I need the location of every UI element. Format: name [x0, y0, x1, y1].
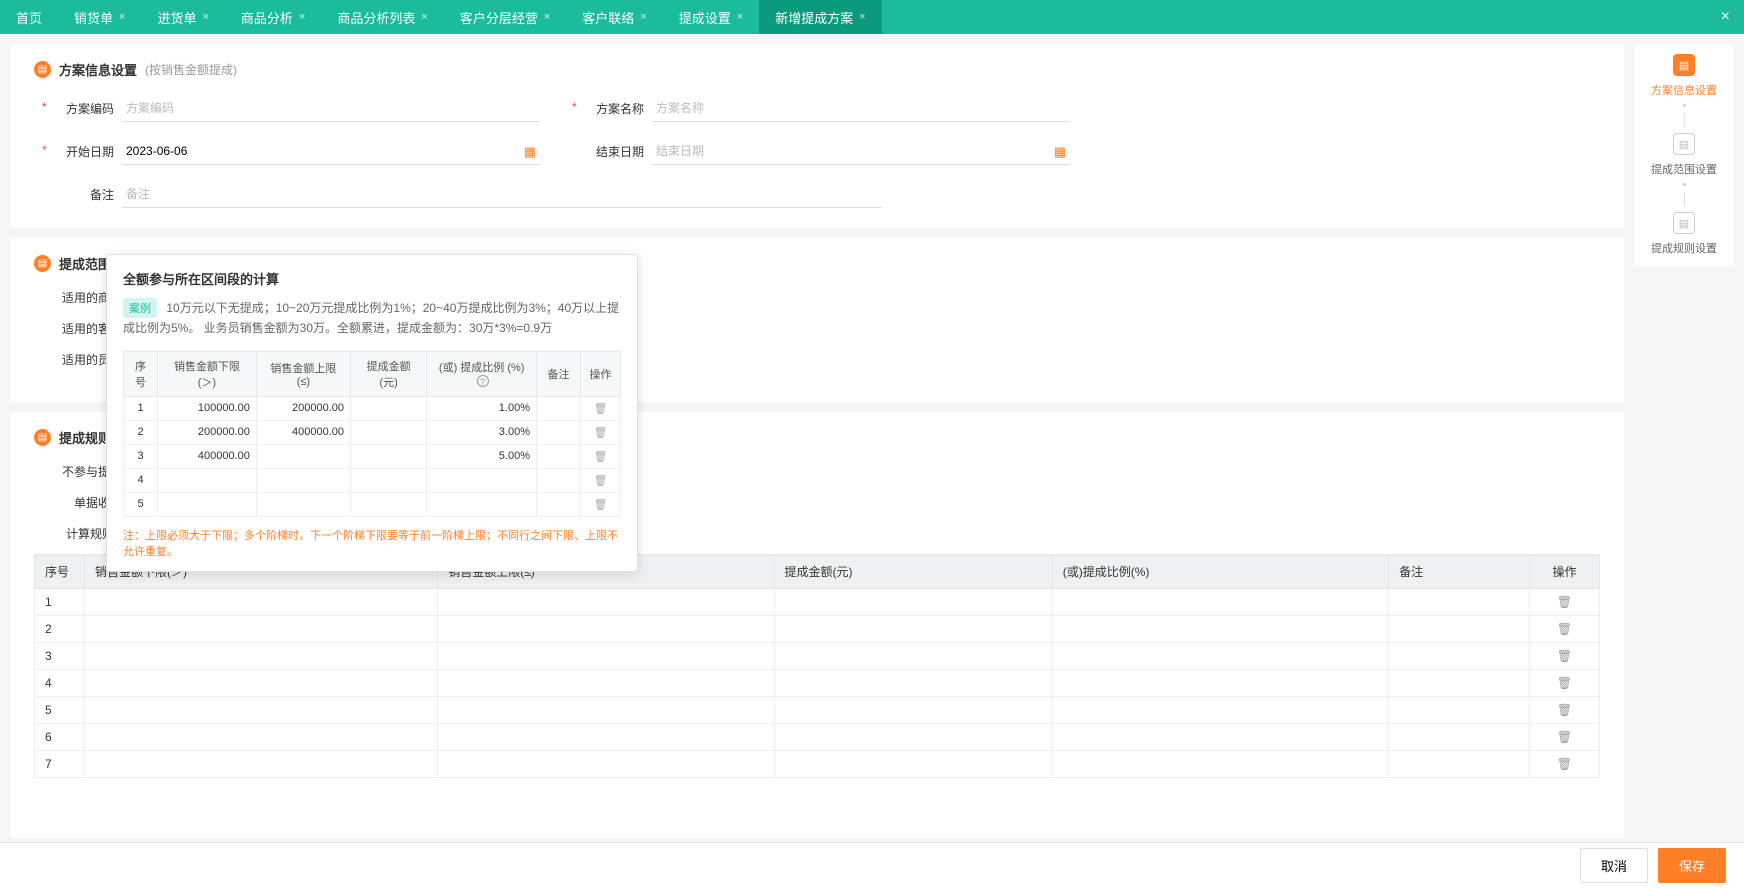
col-upper: 销售金额上限 (≤): [256, 351, 350, 396]
tab-sales-order[interactable]: 销货单×: [58, 0, 141, 34]
input-start-date[interactable]: [122, 138, 540, 165]
close-icon[interactable]: ×: [544, 11, 550, 23]
col-seq: 序号: [124, 351, 158, 396]
label-plan-code: 方案编码: [50, 100, 114, 117]
help-icon[interactable]: ?: [477, 375, 489, 387]
rules-table: 序号 销售金额下限(＞) 销售金额上限(≤) 提成金额(元) (或)提成比例(%…: [34, 554, 1600, 778]
section-icon: ▤: [34, 429, 51, 446]
example-popover: 全额参与所在区间段的计算 案例 10万元以下无提成；10~20万元提成比例为1%…: [106, 254, 638, 572]
section-icon: ▤: [34, 255, 51, 272]
col-lower: 销售金额下限 (＞): [158, 351, 257, 396]
step-label[interactable]: 提成规则设置: [1651, 240, 1717, 256]
col-action: 操作: [581, 351, 621, 396]
close-icon[interactable]: ×: [737, 11, 743, 23]
calendar-icon[interactable]: ▦: [1054, 144, 1066, 160]
close-icon[interactable]: ×: [299, 11, 305, 23]
col-amount: 提成金额(元): [774, 555, 1052, 589]
delete-icon[interactable]: 🗑: [1557, 622, 1572, 636]
col-remark: 备注: [537, 351, 581, 396]
step-label[interactable]: 方案信息设置: [1651, 82, 1717, 98]
table-row: 3400000.005.00%🗑: [124, 444, 621, 468]
cancel-button[interactable]: 取消: [1580, 848, 1648, 883]
table-row[interactable]: 4🗑: [35, 670, 1600, 697]
col-remark: 备注: [1389, 555, 1530, 589]
table-row[interactable]: 3🗑: [35, 643, 1600, 670]
close-all-icon[interactable]: ×: [1715, 0, 1736, 34]
step-icon[interactable]: ▤: [1673, 133, 1695, 155]
delete-icon[interactable]: 🗑: [1557, 676, 1572, 690]
section-icon: ▤: [34, 61, 51, 78]
input-plan-code[interactable]: [122, 95, 540, 122]
table-row[interactable]: 5🗑: [35, 697, 1600, 724]
col-percent: (或)提成比例(%): [1052, 555, 1389, 589]
tab-purchase-order[interactable]: 进货单×: [141, 0, 224, 34]
save-button[interactable]: 保存: [1658, 848, 1726, 883]
table-row: 5🗑: [124, 492, 621, 516]
calendar-icon[interactable]: ▦: [524, 144, 536, 160]
example-table: 序号 销售金额下限 (＞) 销售金额上限 (≤) 提成金额 (元) (或) 提成…: [123, 351, 621, 517]
input-remark[interactable]: [122, 181, 882, 208]
label-plan-name: 方案名称: [580, 100, 644, 117]
delete-icon[interactable]: 🗑: [1557, 595, 1572, 609]
close-icon[interactable]: ×: [640, 11, 646, 23]
step-label[interactable]: 提成范围设置: [1651, 161, 1717, 177]
panel-subtitle: (按销售金额提成): [145, 61, 237, 78]
close-icon[interactable]: ×: [859, 11, 865, 23]
tab-product-analysis[interactable]: 商品分析×: [225, 0, 321, 34]
table-row: 1100000.00200000.001.00%🗑: [124, 396, 621, 420]
tab-bar: 首页 销货单× 进货单× 商品分析× 商品分析列表× 客户分层经营× 客户联络×…: [0, 0, 1744, 34]
delete-icon[interactable]: 🗑: [1557, 649, 1572, 663]
input-plan-name[interactable]: [652, 95, 1070, 122]
panel-plan-info: ▤ 方案信息设置 (按销售金额提成) 方案编码 方案名称 开始日期: [10, 44, 1624, 228]
tab-customer-segment[interactable]: 客户分层经营×: [444, 0, 566, 34]
popover-note: 注：上限必须大于下限；多个阶梯时，下一个阶梯下限要等于前一阶梯上限；不同行之间下…: [123, 527, 621, 559]
input-end-date[interactable]: [652, 138, 1070, 165]
col-percent: (或) 提成比例 (%)?: [427, 351, 537, 396]
delete-icon[interactable]: 🗑: [594, 451, 608, 463]
step-icon[interactable]: ▤: [1673, 212, 1695, 234]
delete-icon[interactable]: 🗑: [594, 427, 608, 439]
delete-icon[interactable]: 🗑: [1557, 757, 1572, 771]
label-calc-rule: 计算规则: [50, 525, 114, 542]
step-icon[interactable]: ▤: [1673, 54, 1695, 76]
delete-icon[interactable]: 🗑: [1557, 703, 1572, 717]
close-icon[interactable]: ×: [119, 11, 125, 23]
panel-title: 方案信息设置: [59, 60, 137, 79]
tab-add-commission-plan[interactable]: 新增提成方案×: [759, 0, 881, 34]
col-seq: 序号: [35, 555, 85, 589]
close-icon[interactable]: ×: [202, 11, 208, 23]
label-remark: 备注: [50, 186, 114, 203]
table-row[interactable]: 7🗑: [35, 751, 1600, 778]
table-row: 2200000.00400000.003.00%🗑: [124, 420, 621, 444]
col-amount: 提成金额 (元): [350, 351, 426, 396]
popover-title: 全额参与所在区间段的计算: [123, 269, 621, 288]
example-tag: 案例: [123, 298, 157, 318]
tab-product-analysis-list[interactable]: 商品分析列表×: [321, 0, 443, 34]
table-row[interactable]: 6🗑: [35, 724, 1600, 751]
delete-icon[interactable]: 🗑: [594, 403, 608, 415]
delete-icon[interactable]: 🗑: [594, 475, 608, 487]
tab-home[interactable]: 首页: [0, 0, 58, 34]
delete-icon[interactable]: 🗑: [594, 499, 608, 511]
tab-customer-contact[interactable]: 客户联络×: [566, 0, 662, 34]
delete-icon[interactable]: 🗑: [1557, 730, 1572, 744]
close-icon[interactable]: ×: [421, 11, 427, 23]
col-action: 操作: [1530, 555, 1600, 589]
tab-commission-settings[interactable]: 提成设置×: [663, 0, 759, 34]
table-row[interactable]: 2🗑: [35, 616, 1600, 643]
example-text: 10万元以下无提成；10~20万元提成比例为1%；20~40万提成比例为3%；4…: [123, 301, 619, 335]
footer-bar: 取消 保存: [0, 842, 1744, 888]
table-row: 4🗑: [124, 468, 621, 492]
label-end-date: 结束日期: [580, 143, 644, 160]
anchor-nav: ▤ 方案信息设置 ▤ 提成范围设置 ▤ 提成规则设置: [1634, 44, 1734, 266]
table-row[interactable]: 1🗑: [35, 589, 1600, 616]
label-start-date: 开始日期: [50, 143, 114, 160]
